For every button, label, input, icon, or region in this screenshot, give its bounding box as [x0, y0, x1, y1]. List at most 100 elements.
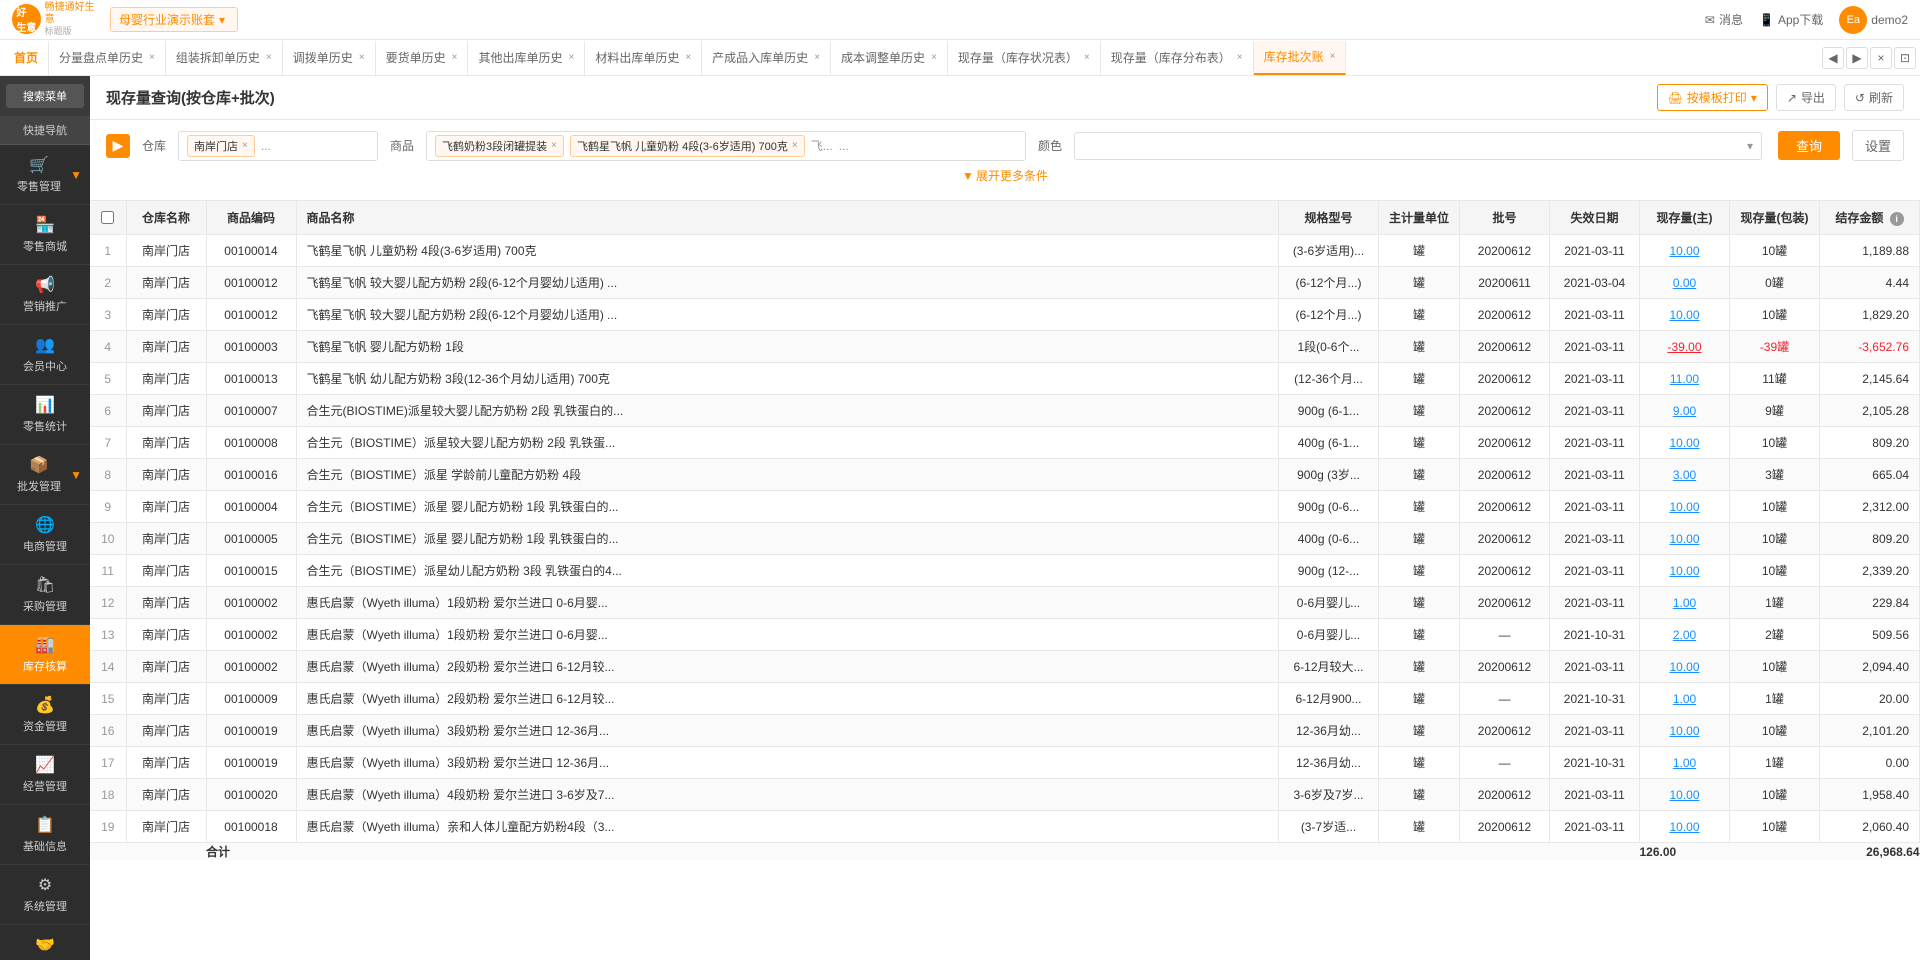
qty-link[interactable]: 0.00 [1673, 276, 1696, 290]
row-amount: 809.20 [1820, 523, 1920, 555]
product-filter-tag-2[interactable]: 飞鹤星飞帆 儿童奶粉 4段(3-6岁适用) 700克 × [570, 135, 805, 157]
industry-selector[interactable]: 母婴行业演示账套 ▾ [110, 7, 238, 32]
qty-link[interactable]: 9.00 [1673, 404, 1696, 418]
qty-link[interactable]: 3.00 [1673, 468, 1696, 482]
filter-more-dots[interactable]: ... [261, 139, 271, 153]
export-button[interactable]: ↗ 导出 [1776, 84, 1836, 111]
close-icon[interactable]: × [1084, 52, 1090, 63]
qty-link[interactable]: 10.00 [1669, 788, 1699, 802]
sidebar-item-inventory[interactable]: 🏭 库存核算 [0, 625, 90, 685]
product-filter-tag-1[interactable]: 飞鹤奶粉3段闭罐提装 × [435, 135, 564, 157]
tab-item[interactable]: 现存量（库存状况表） × [948, 41, 1101, 75]
user-profile-btn[interactable]: Ea demo2 [1839, 6, 1908, 34]
close-icon[interactable]: × [452, 52, 458, 63]
search-menu-button[interactable]: 搜索菜单 [6, 84, 84, 108]
tab-home[interactable]: 首页 [4, 41, 49, 75]
tab-item[interactable]: 分量盘点单历史 × [49, 41, 166, 75]
tab-item[interactable]: 材料出库单历史 × [585, 41, 702, 75]
row-qty-pkg: 10罐 [1730, 427, 1820, 459]
close-icon[interactable]: × [1330, 51, 1336, 62]
qty-link[interactable]: -39.00 [1667, 340, 1701, 354]
tab-item[interactable]: 产成品入库单历史 × [702, 41, 831, 75]
tab-prev-btn[interactable]: ◀ [1822, 47, 1844, 69]
refresh-button[interactable]: ↺ 刷新 [1844, 84, 1904, 111]
message-btn[interactable]: ✉ 消息 [1705, 11, 1743, 28]
close-icon[interactable]: × [266, 52, 272, 63]
app-download-btn[interactable]: 📱 App下载 [1759, 11, 1823, 28]
shop-icon: 🏪 [6, 215, 84, 235]
row-expire: 2021-03-11 [1550, 235, 1640, 267]
select-all-checkbox[interactable] [101, 211, 114, 224]
close-icon[interactable]: × [568, 52, 574, 63]
print-button[interactable]: 🖨 按模板打印 ▾ [1657, 84, 1768, 111]
sidebar-item-system[interactable]: ⚙ 系统管理 [0, 865, 90, 925]
close-icon[interactable]: × [931, 52, 937, 63]
tab-close-btn[interactable]: × [1870, 47, 1892, 69]
inventory-table: 仓库名称 商品编码 商品名称 规格型号 主计量单位 批号 失效日期 现存量(主)… [90, 201, 1920, 860]
close-icon[interactable]: × [359, 52, 365, 63]
sidebar-item-retail-mgmt[interactable]: 🛒 零售管理 ▼ [0, 145, 90, 205]
row-qty-pkg: 10罐 [1730, 651, 1820, 683]
sidebar-item-marketing[interactable]: 📢 营销推广 [0, 265, 90, 325]
settings-button[interactable]: 设置 [1852, 130, 1904, 161]
sidebar-item-wholesale[interactable]: 📦 批发管理 ▼ [0, 445, 90, 505]
qty-link[interactable]: 1.00 [1673, 596, 1696, 610]
qty-link[interactable]: 10.00 [1669, 500, 1699, 514]
warehouse-filter-container[interactable]: 南岸门店 × ... [178, 131, 378, 161]
remove-product-tag-2-icon[interactable]: × [792, 140, 798, 151]
product-more-dots[interactable]: ... [839, 139, 849, 153]
tab-item[interactable]: 现存量（库存分布表） × [1101, 41, 1254, 75]
tab-item-active[interactable]: 库存批次账 × [1254, 41, 1347, 75]
qty-link[interactable]: 10.00 [1669, 436, 1699, 450]
product-filter-container[interactable]: 飞鹤奶粉3段闭罐提装 × 飞鹤星飞帆 儿童奶粉 4段(3-6岁适用) 700克 … [426, 131, 1026, 161]
tab-item[interactable]: 调拨单历史 × [283, 41, 376, 75]
product-filter-label: 商品 [390, 137, 414, 154]
tab-item[interactable]: 成本调整单历史 × [831, 41, 948, 75]
qty-link[interactable]: 10.00 [1669, 660, 1699, 674]
remove-product-tag-1-icon[interactable]: × [551, 140, 557, 151]
qty-link[interactable]: 11.00 [1670, 372, 1699, 386]
qty-link[interactable]: 10.00 [1669, 532, 1699, 546]
row-name: 惠氏启蒙（Wyeth illuma）1段奶粉 爱尔兰进口 0-6月婴... [296, 619, 1278, 651]
qty-link[interactable]: 10.00 [1669, 820, 1699, 834]
sidebar-item-enterprise[interactable]: 🤝 企业协同 [0, 925, 90, 960]
close-icon[interactable]: × [149, 52, 155, 63]
color-filter-container[interactable]: ▾ [1074, 132, 1762, 160]
tab-item[interactable]: 组装拆卸单历史 × [166, 41, 283, 75]
qty-link[interactable]: 10.00 [1669, 308, 1699, 322]
close-icon[interactable]: × [814, 52, 820, 63]
qty-link[interactable]: 2.00 [1673, 628, 1696, 642]
arrow-icon: ▼ [70, 168, 82, 182]
row-expire: 2021-03-11 [1550, 587, 1640, 619]
sidebar-item-ecommerce[interactable]: 🌐 电商管理 [0, 505, 90, 565]
expand-conditions-button[interactable]: ▼ 展开更多条件 [962, 167, 1048, 184]
sidebar-item-members[interactable]: 👥 会员中心 [0, 325, 90, 385]
sidebar-item-purchase[interactable]: 🛍 采购管理 [0, 565, 90, 625]
query-button[interactable]: 查询 [1778, 131, 1840, 160]
tab-menu-btn[interactable]: ⊡ [1894, 47, 1916, 69]
qty-link[interactable]: 10.00 [1669, 724, 1699, 738]
tab-item[interactable]: 其他出库单历史 × [468, 41, 585, 75]
sidebar-item-finance[interactable]: 💰 资金管理 [0, 685, 90, 745]
qty-link[interactable]: 10.00 [1669, 564, 1699, 578]
qty-link[interactable]: 1.00 [1673, 692, 1696, 706]
info-icon[interactable]: i [1890, 212, 1904, 226]
product-more-label[interactable]: 飞... [811, 137, 833, 154]
tab-next-btn[interactable]: ▶ [1846, 47, 1868, 69]
sidebar-item-basics[interactable]: 📋 基础信息 [0, 805, 90, 865]
qty-link[interactable]: 1.00 [1673, 756, 1696, 770]
row-unit: 罐 [1378, 235, 1459, 267]
sidebar-item-operations[interactable]: 📈 经营管理 [0, 745, 90, 805]
close-icon[interactable]: × [1237, 52, 1243, 63]
quick-nav-button[interactable]: 快捷导航 [0, 116, 90, 145]
qty-link[interactable]: 10.00 [1669, 244, 1699, 258]
remove-warehouse-tag-icon[interactable]: × [242, 140, 248, 151]
sidebar-item-retail-shop[interactable]: 🏪 零售商城 [0, 205, 90, 265]
row-unit: 罐 [1378, 459, 1459, 491]
sidebar-item-retail-stats[interactable]: 📊 零售统计 [0, 385, 90, 445]
warehouse-filter-tag[interactable]: 南岸门店 × [187, 135, 255, 157]
row-name: 惠氏启蒙（Wyeth illuma）3段奶粉 爱尔兰进口 12-36月... [296, 747, 1278, 779]
close-icon[interactable]: × [685, 52, 691, 63]
tab-item[interactable]: 要货单历史 × [376, 41, 469, 75]
filter-expand-button[interactable]: ▶ [106, 134, 130, 158]
